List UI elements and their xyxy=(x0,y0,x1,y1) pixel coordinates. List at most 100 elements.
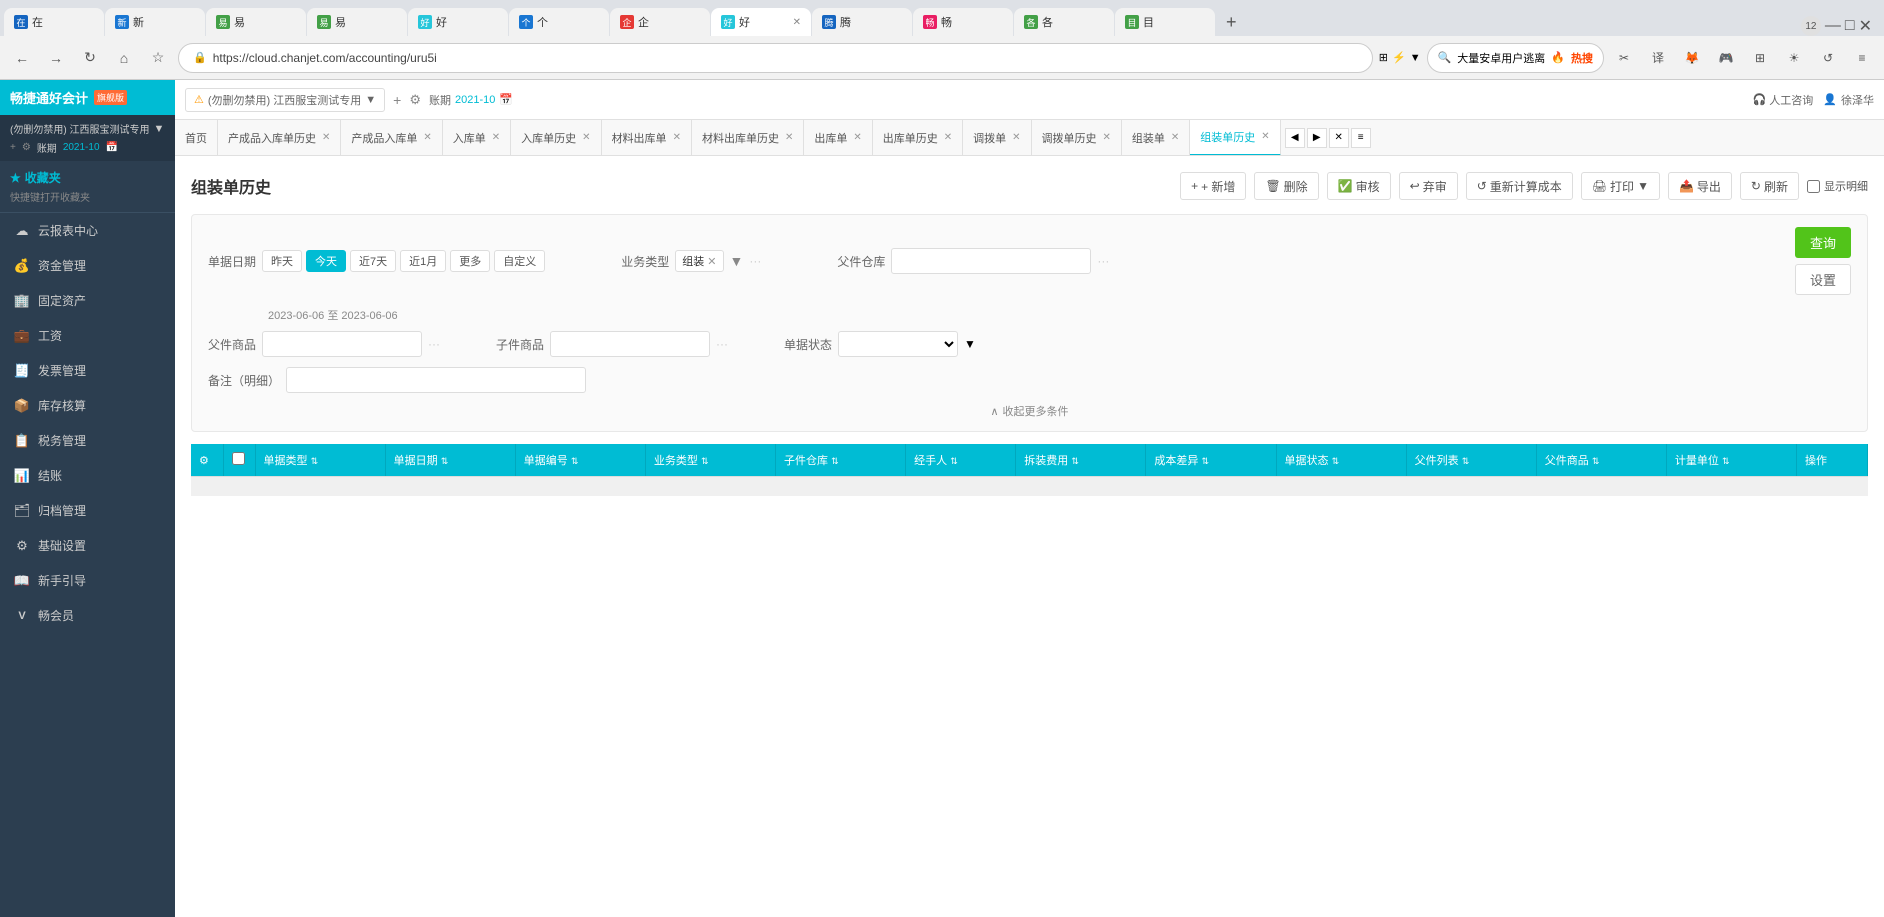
date-btn-custom[interactable]: 自定义 xyxy=(494,250,545,272)
layout-icon-btn[interactable]: ⊞ xyxy=(1746,44,1774,72)
tab-close-material-outbound-history[interactable]: ✕ xyxy=(785,132,793,143)
forward-button[interactable]: → xyxy=(42,44,70,72)
browser-tab-1[interactable]: 在 在 xyxy=(4,8,104,36)
business-type-tag-close[interactable]: ✕ xyxy=(707,255,716,268)
tab-close-8[interactable]: ✕ xyxy=(793,17,801,28)
browser-tab-9[interactable]: 腾 腾 xyxy=(812,8,912,36)
tab-close-prod-inbound[interactable]: ✕ xyxy=(423,132,431,143)
tab-close-material-outbound[interactable]: ✕ xyxy=(673,132,681,143)
user-info[interactable]: 👤 徐泽华 xyxy=(1823,92,1874,108)
tab-outbound[interactable]: 出库单 ✕ xyxy=(804,120,872,156)
tab-scroll-left[interactable]: ◀ xyxy=(1285,128,1305,148)
date-btn-yesterday[interactable]: 昨天 xyxy=(262,250,302,272)
child-goods-input[interactable] xyxy=(550,331,710,357)
col-cost-diff[interactable]: 成本差异 ⇅ xyxy=(1146,444,1276,476)
tab-home[interactable]: 首页 xyxy=(175,120,218,156)
order-status-dropdown[interactable] xyxy=(838,331,958,357)
browser-tab-10[interactable]: 畅 畅 xyxy=(913,8,1013,36)
add-company-icon[interactable]: + xyxy=(10,142,16,153)
tab-close-assembly[interactable]: ✕ xyxy=(1171,132,1179,143)
company-name-display[interactable]: ⚠ (勿删勿禁用) 江西服宝测试专用 ▼ xyxy=(185,88,385,112)
customer-service-btn[interactable]: 🎧 人工咨询 xyxy=(1753,92,1814,108)
menu-icon-btn[interactable]: ≡ xyxy=(1848,44,1876,72)
tab-transfer[interactable]: 调拨单 ✕ xyxy=(963,120,1031,156)
sidebar-item-settlement[interactable]: 📊 结账 xyxy=(0,458,175,493)
browser-tab-2[interactable]: 新 新 xyxy=(105,8,205,36)
back-button[interactable]: ← xyxy=(8,44,36,72)
parent-warehouse-input[interactable] xyxy=(891,248,1091,274)
tab-close-outbound[interactable]: ✕ xyxy=(853,132,861,143)
sidebar-item-archive[interactable]: 🗂 归档管理 xyxy=(0,493,175,528)
setting-button[interactable]: 设置 xyxy=(1795,264,1851,295)
refresh-button[interactable]: ↻ xyxy=(76,44,104,72)
tab-prod-inbound[interactable]: 产成品入库单 ✕ xyxy=(341,120,442,156)
translate-icon-btn[interactable]: 译 xyxy=(1644,44,1672,72)
browser-tab-5[interactable]: 好 好 xyxy=(408,8,508,36)
sidebar-item-cloud-report[interactable]: ☁ 云报表中心 xyxy=(0,213,175,248)
parent-goods-more-icon[interactable]: ··· xyxy=(428,337,440,351)
col-order-date[interactable]: 单据日期 ⇅ xyxy=(385,444,515,476)
horizontal-scrollbar[interactable] xyxy=(191,476,1868,496)
company-selector[interactable]: (勿删勿禁用) 江西服宝测试专用 ▼ xyxy=(10,121,165,136)
new-btn[interactable]: + + 新增 xyxy=(1180,172,1246,200)
gear-icon[interactable]: ⚙ xyxy=(409,92,421,108)
sidebar-item-settings[interactable]: ⚙ 基础设置 xyxy=(0,528,175,563)
refresh-btn[interactable]: ↻ 刷新 xyxy=(1740,172,1799,200)
col-parent-goods[interactable]: 父件商品 ⇅ xyxy=(1536,444,1666,476)
sidebar-item-invoice[interactable]: 🧾 发票管理 xyxy=(0,353,175,388)
sidebar-item-tax[interactable]: 📋 税务管理 xyxy=(0,423,175,458)
tab-close-inbound[interactable]: ✕ xyxy=(492,132,500,143)
browser-tab-6[interactable]: 个 个 xyxy=(509,8,609,36)
col-order-status[interactable]: 单据状态 ⇅ xyxy=(1276,444,1406,476)
delete-btn[interactable]: 🗑 删除 xyxy=(1254,172,1318,200)
sidebar-item-fixed-assets[interactable]: 🏢 固定资产 xyxy=(0,283,175,318)
col-order-no[interactable]: 单据编号 ⇅ xyxy=(515,444,645,476)
bookmark-button[interactable]: ☆ xyxy=(144,44,172,72)
date-btn-more[interactable]: 更多 xyxy=(450,250,490,272)
show-detail-label[interactable]: 显示明细 xyxy=(1807,178,1868,194)
browser-tab-3[interactable]: 易 易 xyxy=(206,8,306,36)
sidebar-item-guide[interactable]: 📖 新手引导 xyxy=(0,563,175,598)
col-disassembly-cost[interactable]: 拆装费用 ⇅ xyxy=(1016,444,1146,476)
print-btn[interactable]: 🖨 打印 ▼ xyxy=(1581,172,1660,200)
col-parent-list[interactable]: 父件列表 ⇅ xyxy=(1406,444,1536,476)
tab-prod-inbound-history[interactable]: 产成品入库单历史 ✕ xyxy=(218,120,341,156)
col-unit[interactable]: 计量单位 ⇅ xyxy=(1666,444,1796,476)
browser-tab-11[interactable]: 各 各 xyxy=(1014,8,1114,36)
tab-outbound-history[interactable]: 出库单历史 ✕ xyxy=(873,120,963,156)
date-btn-7days[interactable]: 近7天 xyxy=(350,250,396,272)
search-box[interactable]: 🔍 大量安卓用户逃离 🔥 热搜 xyxy=(1427,43,1604,73)
tab-inbound[interactable]: 入库单 ✕ xyxy=(443,120,511,156)
settings-icon[interactable]: ⚙ xyxy=(22,142,31,153)
scissors-icon-btn[interactable]: ✂ xyxy=(1610,44,1638,72)
query-button[interactable]: 查询 xyxy=(1795,227,1851,258)
export-btn[interactable]: 📤 导出 xyxy=(1668,172,1732,200)
table-settings-col[interactable]: ⚙ xyxy=(191,444,223,476)
tab-options[interactable]: ≡ xyxy=(1351,128,1371,148)
tab-assembly[interactable]: 组装单 ✕ xyxy=(1122,120,1190,156)
tab-close-prod-inbound-history[interactable]: ✕ xyxy=(322,132,330,143)
sidebar-item-inventory[interactable]: 📦 库存核算 xyxy=(0,388,175,423)
tab-close-transfer-history[interactable]: ✕ xyxy=(1103,132,1111,143)
business-type-dropdown-btn[interactable]: ▼ xyxy=(730,253,744,269)
game-icon-btn[interactable]: 🎮 xyxy=(1712,44,1740,72)
parent-warehouse-more-icon[interactable]: ··· xyxy=(1097,254,1109,268)
tab-scroll-right[interactable]: ▶ xyxy=(1307,128,1327,148)
browser-tab-4[interactable]: 易 易 xyxy=(307,8,407,36)
parent-goods-input[interactable] xyxy=(262,331,422,357)
browser-tab-12[interactable]: 目 目 xyxy=(1115,8,1215,36)
tab-inbound-history[interactable]: 入库单历史 ✕ xyxy=(511,120,601,156)
date-btn-today[interactable]: 今天 xyxy=(306,250,346,272)
period-btn[interactable]: 账期 2021-10 📅 xyxy=(429,92,513,108)
select-all-checkbox[interactable] xyxy=(232,452,245,465)
calendar-icon[interactable]: 📅 xyxy=(106,142,118,153)
tab-transfer-history[interactable]: 调拨单历史 ✕ xyxy=(1032,120,1122,156)
home-button[interactable]: ⌂ xyxy=(110,44,138,72)
tab-close-outbound-history[interactable]: ✕ xyxy=(944,132,952,143)
col-handler[interactable]: 经手人 ⇅ xyxy=(906,444,1016,476)
history-icon-btn[interactable]: ↺ xyxy=(1814,44,1842,72)
tab-close-inbound-history[interactable]: ✕ xyxy=(582,132,590,143)
tab-material-outbound[interactable]: 材料出库单 ✕ xyxy=(602,120,692,156)
browser-tab-7[interactable]: 企 企 xyxy=(610,8,710,36)
col-order-type[interactable]: 单据类型 ⇅ xyxy=(255,444,385,476)
